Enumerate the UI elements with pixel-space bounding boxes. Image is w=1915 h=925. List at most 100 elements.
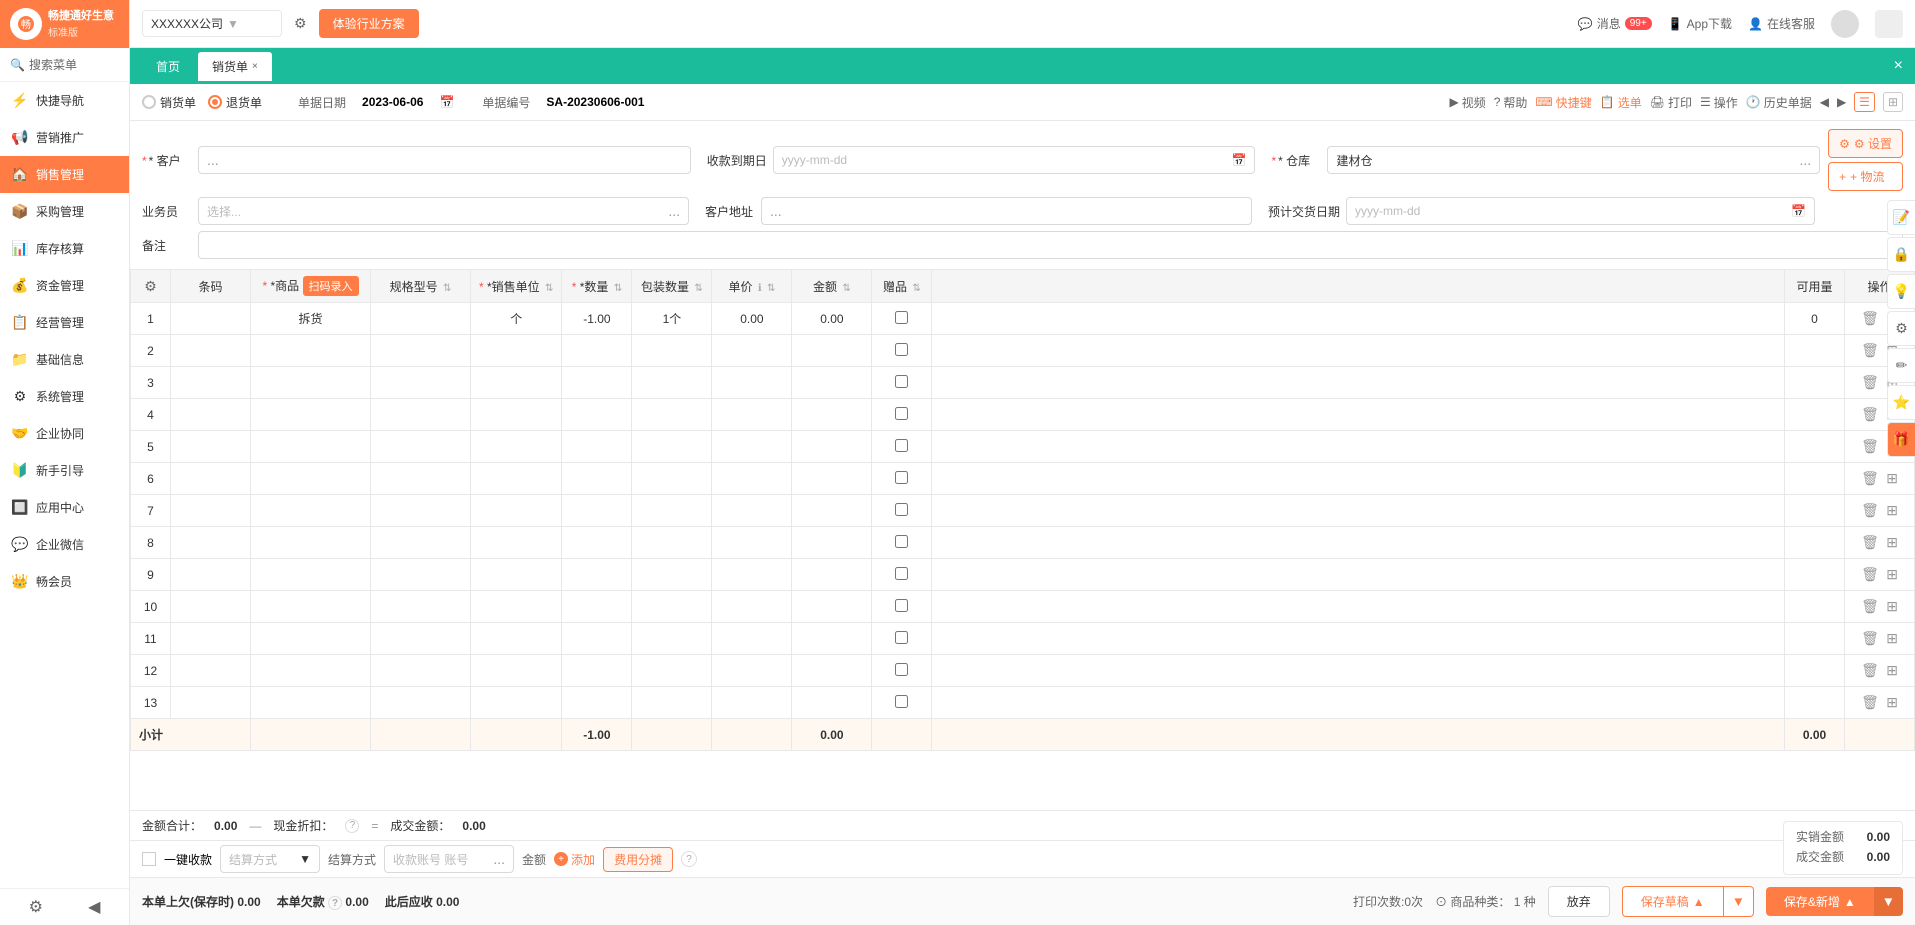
cell-gift[interactable] <box>872 623 932 655</box>
cell-amount[interactable]: 0.00 <box>792 303 872 335</box>
save-draft-btn[interactable]: 保存草稿 ▲ <box>1622 886 1724 917</box>
settings-gear-icon[interactable]: ⚙ <box>294 15 307 32</box>
cell-barcode[interactable] <box>171 399 251 431</box>
cell-gift[interactable] <box>872 367 932 399</box>
nav-prev-icon[interactable]: ◀ <box>1820 95 1829 109</box>
delete-row-icon[interactable]: 🗑 <box>1861 630 1879 646</box>
cell-barcode[interactable] <box>171 495 251 527</box>
sidebar-collapse-icon[interactable]: ◀ <box>88 897 100 917</box>
cell-unit[interactable] <box>471 623 562 655</box>
cell-unit[interactable] <box>471 335 562 367</box>
cell-product[interactable] <box>251 655 371 687</box>
tab-close-icon[interactable]: × <box>252 61 258 72</box>
avatar[interactable] <box>1831 10 1859 38</box>
save-new-btn[interactable]: 保存&新增 ▲ <box>1766 887 1874 916</box>
cell-price[interactable] <box>712 559 792 591</box>
cell-amount[interactable] <box>792 559 872 591</box>
cell-spec[interactable] <box>371 495 471 527</box>
payment-method-select[interactable]: 结算方式 ▼ <box>220 845 320 873</box>
cell-price[interactable] <box>712 463 792 495</box>
cell-spec[interactable] <box>371 559 471 591</box>
delete-row-icon[interactable]: 🗑 <box>1861 342 1879 358</box>
cell-gift[interactable] <box>872 399 932 431</box>
expense-help-icon[interactable]: ? <box>681 851 697 867</box>
cell-spec[interactable] <box>371 335 471 367</box>
cell-gift[interactable] <box>872 559 932 591</box>
cell-unit[interactable] <box>471 655 562 687</box>
cell-amount[interactable] <box>792 687 872 719</box>
gift-checkbox[interactable] <box>895 471 908 484</box>
trial-btn[interactable]: 体验行业方案 <box>319 9 419 38</box>
cell-product[interactable]: 拆货 <box>251 303 371 335</box>
float-notes[interactable]: 📝 <box>1887 200 1915 235</box>
copy-row-icon[interactable]: ⊞ <box>1886 630 1898 646</box>
sidebar-item-finance[interactable]: 💰 资金管理 <box>0 267 129 304</box>
cell-pkg[interactable] <box>632 399 712 431</box>
cell-barcode[interactable] <box>171 335 251 367</box>
cell-unit[interactable] <box>471 559 562 591</box>
cell-product[interactable] <box>251 591 371 623</box>
cell-qty[interactable] <box>562 431 632 463</box>
add-btn[interactable]: + 添加 <box>554 851 595 868</box>
cell-barcode[interactable] <box>171 367 251 399</box>
cell-amount[interactable] <box>792 335 872 367</box>
gift-checkbox[interactable] <box>895 663 908 676</box>
float-idea[interactable]: 💡 <box>1887 274 1915 309</box>
cell-pkg[interactable] <box>632 367 712 399</box>
cell-unit[interactable] <box>471 527 562 559</box>
cell-pkg[interactable] <box>632 527 712 559</box>
copy-row-icon[interactable]: ⊞ <box>1886 566 1898 582</box>
select-btn[interactable]: 📋 选单 <box>1600 94 1642 111</box>
table-gear-btn[interactable]: ⚙ <box>144 278 157 295</box>
cell-product[interactable] <box>251 431 371 463</box>
copy-row-icon[interactable]: ⊞ <box>1886 694 1898 710</box>
cell-amount[interactable] <box>792 591 872 623</box>
warehouse-input[interactable]: 建材仓 ... <box>1327 146 1820 174</box>
cell-pkg[interactable]: 1个 <box>632 303 712 335</box>
help-btn[interactable]: ? 帮助 <box>1494 94 1528 111</box>
cell-pkg[interactable] <box>632 655 712 687</box>
sidebar-search[interactable]: 🔍 搜索菜单 <box>0 48 129 82</box>
gift-checkbox[interactable] <box>895 695 908 708</box>
cell-qty[interactable] <box>562 591 632 623</box>
nav-next-icon[interactable]: ▶ <box>1837 95 1846 109</box>
cell-product[interactable] <box>251 463 371 495</box>
float-gift[interactable]: 🎁 <box>1887 422 1915 457</box>
cell-pkg[interactable] <box>632 623 712 655</box>
cell-qty[interactable] <box>562 463 632 495</box>
delete-row-icon[interactable]: 🗑 <box>1861 374 1879 390</box>
delete-row-icon[interactable]: 🗑 <box>1861 598 1879 614</box>
print-btn[interactable]: 🖨 打印 <box>1650 94 1692 111</box>
cell-gift[interactable] <box>872 527 932 559</box>
cell-barcode[interactable] <box>171 591 251 623</box>
th-settings[interactable]: ⚙ <box>131 270 171 303</box>
cell-pkg[interactable] <box>632 495 712 527</box>
tabbar-close-icon[interactable]: × <box>1894 57 1903 75</box>
cell-barcode[interactable] <box>171 623 251 655</box>
sidebar-item-member[interactable]: 👑 畅会员 <box>0 563 129 600</box>
gift-checkbox[interactable] <box>895 407 908 420</box>
sidebar-item-inventory[interactable]: 📊 库存核算 <box>0 230 129 267</box>
cell-amount[interactable] <box>792 399 872 431</box>
cell-gift[interactable] <box>872 495 932 527</box>
cell-qty[interactable] <box>562 367 632 399</box>
sidebar-item-wechat[interactable]: 💬 企业微信 <box>0 526 129 563</box>
cell-pkg[interactable] <box>632 559 712 591</box>
payment-due-input[interactable]: yyyy-mm-dd 📅 <box>773 146 1256 174</box>
float-edit[interactable]: ✏ <box>1887 348 1915 383</box>
delete-row-icon[interactable]: 🗑 <box>1861 502 1879 518</box>
gift-checkbox[interactable] <box>895 535 908 548</box>
cell-price[interactable] <box>712 591 792 623</box>
total-owed-icon[interactable]: ? <box>328 896 342 910</box>
radio-return-order[interactable]: 退货单 <box>208 94 262 111</box>
save-draft-dropdown-btn[interactable]: ▼ <box>1724 886 1754 917</box>
cell-barcode[interactable] <box>171 303 251 335</box>
expected-date-input[interactable]: yyyy-mm-dd 📅 <box>1346 197 1815 225</box>
radio-sales-order[interactable]: 销货单 <box>142 94 196 111</box>
cell-gift[interactable] <box>872 335 932 367</box>
one-click-checkbox[interactable] <box>142 852 156 866</box>
sidebar-settings-icon[interactable]: ⚙ <box>29 897 43 917</box>
cell-product[interactable] <box>251 399 371 431</box>
sidebar-item-basics[interactable]: 📁 基础信息 <box>0 341 129 378</box>
sidebar-item-enterprise[interactable]: 🤝 企业协同 <box>0 415 129 452</box>
